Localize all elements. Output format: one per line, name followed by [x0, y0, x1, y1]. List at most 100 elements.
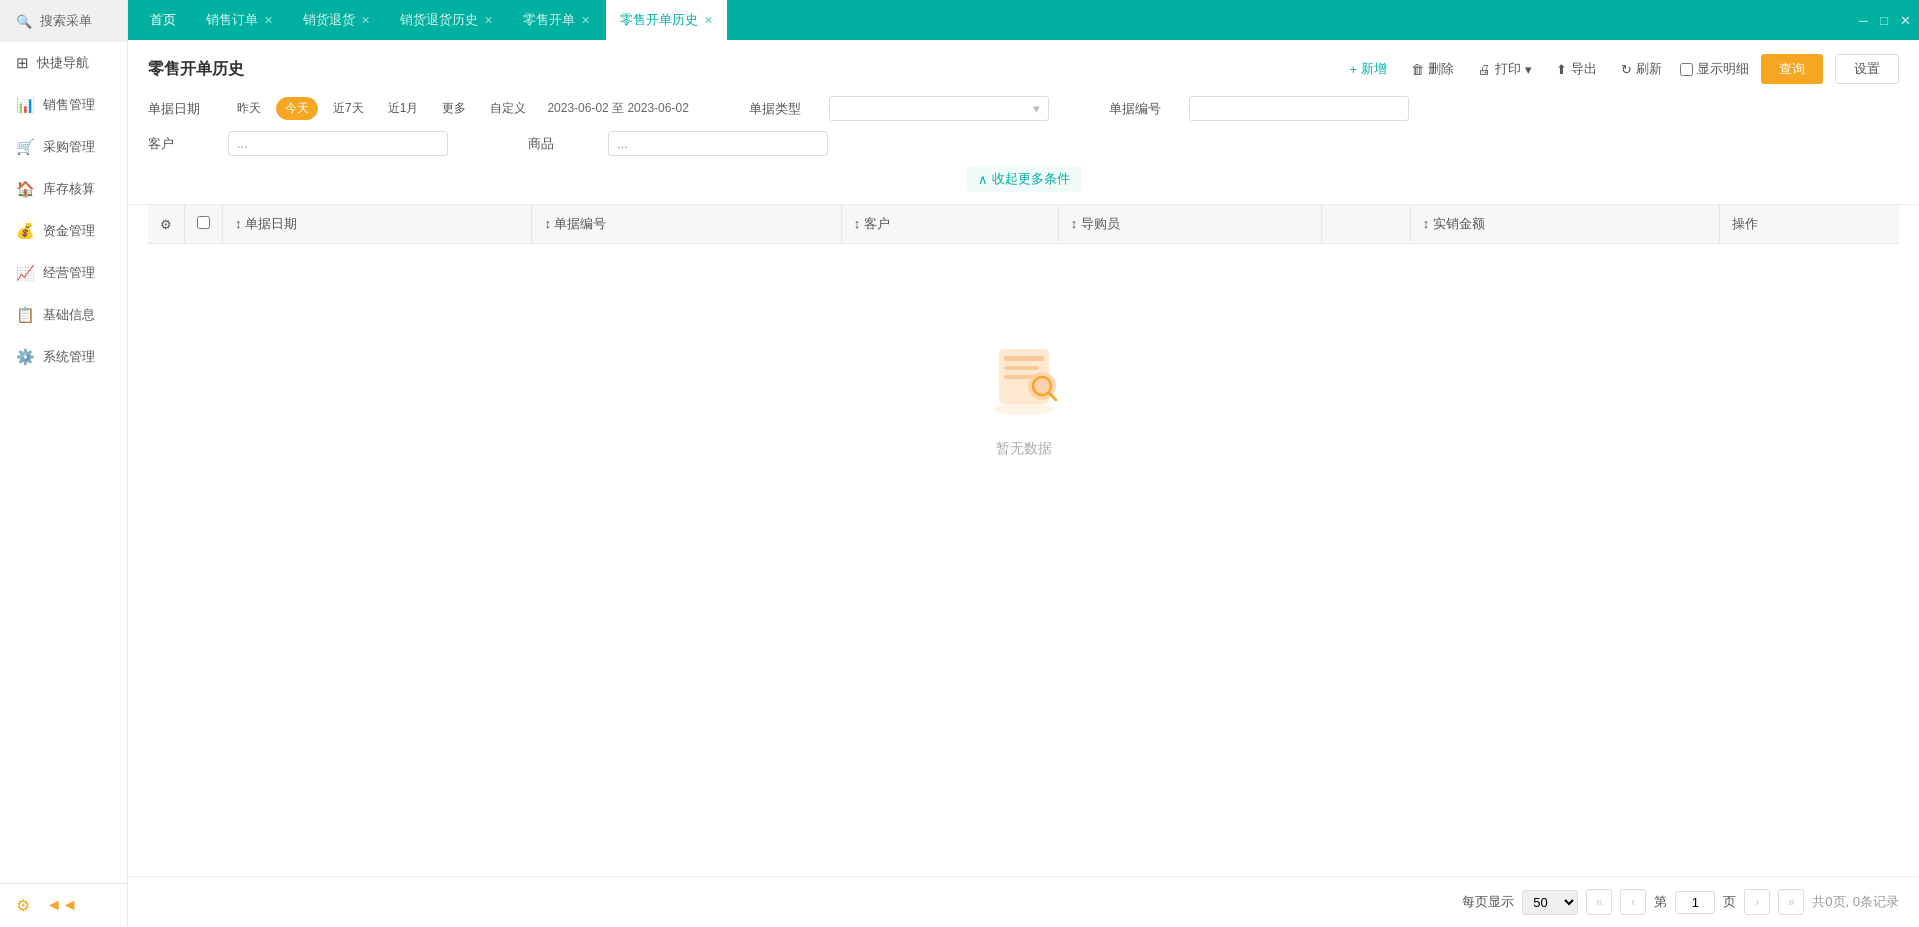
page-label: 页	[1723, 893, 1736, 911]
collapse-button[interactable]: ∧ 收起更多条件	[966, 166, 1082, 192]
print-icon: 🖨	[1478, 62, 1491, 77]
empty-state: 暂无数据	[148, 244, 1899, 538]
export-label: 导出	[1571, 60, 1597, 78]
tab-sales-order-close[interactable]: ✕	[264, 14, 273, 27]
date-btn-more[interactable]: 更多	[433, 97, 475, 120]
filter-dates: 昨天 今天 近7天 近1月 更多 自定义 2023-06-02 至 2023-0…	[228, 97, 689, 120]
display-checkbox[interactable]	[1680, 63, 1693, 76]
settings-button[interactable]: 设置	[1835, 54, 1899, 84]
sidebar-item-sales-mgmt[interactable]: 📊 销售管理	[0, 84, 127, 126]
doc-type-select[interactable]: ▾	[829, 96, 1049, 121]
customer-select[interactable]: ...	[228, 131, 448, 156]
tab-retail-history-label: 零售开单历史	[620, 11, 698, 29]
date-btn-custom[interactable]: 自定义	[481, 97, 535, 120]
date-range-display: 2023-06-02 至 2023-06-02	[547, 100, 688, 117]
filter-row-1: 单据日期 昨天 今天 近7天 近1月 更多 自定义 2023-06-02 至 2…	[148, 96, 1899, 121]
delete-label: 删除	[1428, 60, 1454, 78]
doc-no-input[interactable]	[1189, 96, 1409, 121]
sidebar-item-finance-label: 资金管理	[43, 222, 95, 240]
sidebar-item-business-mgmt[interactable]: 📈 经营管理	[0, 252, 127, 294]
tab-home-label: 首页	[150, 11, 176, 29]
tab-sales-order-label: 销售订单	[206, 11, 258, 29]
sidebar-item-purchase-label: 采购管理	[43, 138, 95, 156]
print-dropdown-icon: ▾	[1525, 62, 1532, 77]
maximize-button[interactable]: □	[1880, 13, 1888, 28]
print-button[interactable]: 🖨 打印 ▾	[1472, 56, 1538, 82]
sidebar-item-finance-mgmt[interactable]: 💰 资金管理	[0, 210, 127, 252]
data-table: ⚙ ↕ 单据日期 ↕ 单据编号	[148, 205, 1899, 244]
goods-select[interactable]: ...	[608, 131, 828, 156]
table-wrapper: ⚙ ↕ 单据日期 ↕ 单据编号	[128, 205, 1919, 538]
print-label: 打印	[1495, 60, 1521, 78]
date-btn-today[interactable]: 今天	[276, 97, 318, 120]
sidebar-item-inventory[interactable]: 🏠 库存核算	[0, 168, 127, 210]
tab-sales-return-close[interactable]: ✕	[361, 14, 370, 27]
select-all-checkbox[interactable]	[197, 216, 210, 229]
goods-label: 商品	[528, 135, 588, 153]
tab-home[interactable]: 首页	[136, 0, 190, 40]
search-icon: 🔍	[16, 14, 32, 29]
collapse-sidebar-icon[interactable]: ◄◄	[46, 896, 78, 915]
refresh-label: 刷新	[1636, 60, 1662, 78]
th-settings[interactable]: ⚙	[148, 205, 185, 244]
sidebar-search[interactable]: 🔍 搜索采单	[0, 0, 127, 42]
add-button[interactable]: + 新增	[1343, 56, 1393, 82]
date-btn-last30[interactable]: 近1月	[379, 97, 428, 120]
prev-page-button[interactable]: ‹	[1620, 889, 1646, 915]
tab-sales-return[interactable]: 销货退货 ✕	[289, 0, 384, 40]
th-customer[interactable]: ↕ 客户	[841, 205, 1058, 244]
sidebar-item-basic-info[interactable]: 📋 基础信息	[0, 294, 127, 336]
first-page-button[interactable]: «	[1586, 889, 1612, 915]
doc-type-label: 单据类型	[749, 100, 809, 118]
minimize-button[interactable]: ─	[1859, 13, 1868, 28]
settings-bottom-icon[interactable]: ⚙	[16, 896, 30, 915]
close-button[interactable]: ✕	[1900, 13, 1911, 28]
sidebar-item-purchase-mgmt[interactable]: 🛒 采购管理	[0, 126, 127, 168]
th-customer-label: ↕ 客户	[854, 216, 890, 231]
tab-retail-open-close[interactable]: ✕	[581, 14, 590, 27]
sidebar-item-quick-nav-label: 快捷导航	[37, 54, 89, 72]
th-checkbox[interactable]	[185, 205, 223, 244]
date-btn-yesterday[interactable]: 昨天	[228, 97, 270, 120]
date-btn-last7[interactable]: 近7天	[324, 97, 373, 120]
main-content: 首页 销售订单 ✕ 销货退货 ✕ 销货退货历史 ✕ 零售开单 ✕ 零售开单历史 …	[128, 0, 1919, 927]
tab-sales-order[interactable]: 销售订单 ✕	[192, 0, 287, 40]
page-input[interactable]	[1675, 891, 1715, 914]
sidebar-bottom: ⚙ ◄◄	[0, 883, 127, 927]
refresh-icon: ↻	[1621, 62, 1632, 77]
system-mgmt-icon: ⚙️	[16, 348, 35, 366]
business-mgmt-icon: 📈	[16, 264, 35, 282]
date-filter-label: 单据日期	[148, 100, 208, 118]
basic-info-icon: 📋	[16, 306, 35, 324]
total-info: 共0页, 0条记录	[1812, 893, 1899, 911]
svg-point-0	[994, 403, 1054, 415]
sidebar-item-inventory-label: 库存核算	[43, 180, 95, 198]
gear-icon: ⚙	[160, 217, 172, 232]
delete-button[interactable]: 🗑 删除	[1405, 56, 1460, 82]
tabs-bar: 首页 销售订单 ✕ 销货退货 ✕ 销货退货历史 ✕ 零售开单 ✕ 零售开单历史 …	[128, 0, 1919, 40]
export-button[interactable]: ⬆ 导出	[1550, 56, 1603, 82]
next-page-button[interactable]: ›	[1744, 889, 1770, 915]
page-size-label: 每页显示	[1462, 893, 1514, 911]
th-salesperson[interactable]: ↕ 导购员	[1058, 205, 1321, 244]
sidebar-item-system-mgmt[interactable]: ⚙️ 系统管理	[0, 336, 127, 378]
tab-retail-history-close[interactable]: ✕	[704, 14, 713, 27]
table-header-row: ⚙ ↕ 单据日期 ↕ 单据编号	[148, 205, 1899, 244]
display-toggle[interactable]: 显示明细	[1680, 60, 1749, 78]
th-amount[interactable]: ↕ 实销金额	[1410, 205, 1719, 244]
tab-sales-return-history-close[interactable]: ✕	[484, 14, 493, 27]
sidebar-item-quick-nav[interactable]: ⊞ 快捷导航	[0, 42, 127, 84]
page-size-select[interactable]: 10 20 50 100	[1522, 890, 1578, 915]
page-content: 零售开单历史 + 新增 🗑 删除 🖨 打印 ▾ ⬆ 导出	[128, 40, 1919, 927]
th-no-label: ↕ 单据编号	[544, 216, 606, 231]
query-button[interactable]: 查询	[1761, 54, 1823, 84]
th-no[interactable]: ↕ 单据编号	[532, 205, 841, 244]
last-page-button[interactable]: »	[1778, 889, 1804, 915]
tab-sales-return-label: 销货退货	[303, 11, 355, 29]
tab-retail-history[interactable]: 零售开单历史 ✕	[606, 0, 727, 40]
th-date[interactable]: ↕ 单据日期	[223, 205, 532, 244]
tab-retail-open[interactable]: 零售开单 ✕	[509, 0, 604, 40]
refresh-button[interactable]: ↻ 刷新	[1615, 56, 1668, 82]
purchase-mgmt-icon: 🛒	[16, 138, 35, 156]
tab-sales-return-history[interactable]: 销货退货历史 ✕	[386, 0, 507, 40]
